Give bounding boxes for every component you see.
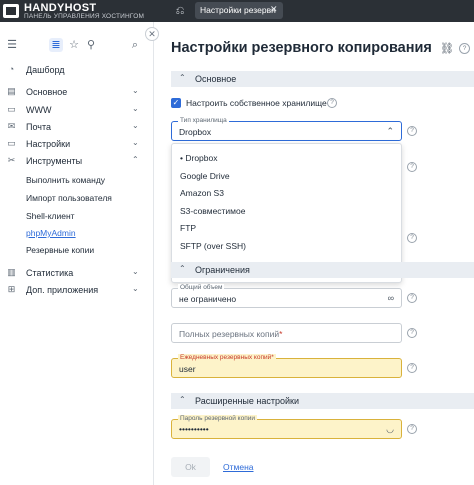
field-value: не ограничено [179,294,237,304]
tools-icon: ✂ [7,155,16,165]
back-icon[interactable]: ⎌ [172,3,188,19]
chevron-down-icon: ⌄ [132,284,139,293]
stats-icon: ▥ [7,267,16,277]
chevron-up-icon: ⌃ [179,264,186,273]
help-icon[interactable]: ? [327,98,337,108]
option-s3-compatible[interactable]: S3-совместимое [180,206,245,216]
infinity-icon[interactable]: ∞ [388,293,394,303]
own-storage-checkbox[interactable]: ✓ [171,98,181,108]
close-icon[interactable]: ✕ [270,4,278,15]
sidebar-item-apps[interactable]: ⊞ Доп. приложения ⌄ [0,282,154,298]
field-value: •••••••••• [179,424,209,434]
sidebar-item-label: WWW [26,105,52,115]
logo-icon [3,4,19,18]
sidebar-item-stats[interactable]: ▥ Статистика ⌄ [0,265,154,281]
folder-icon: ▭ [7,104,16,114]
sidebar-item-label: Почта [26,122,51,132]
sidebar-subitem-import-user[interactable]: Импорт пользователя [26,193,112,203]
top-bar: HANDYHOST ПАНЕЛЬ УПРАВЛЕНИЯ ХОСТИНГОМ ⎌ … [0,0,474,22]
sidebar-item-dashboard[interactable]: ◔ Дашборд [0,62,154,78]
sidebar-subitem-shell-client[interactable]: Shell-клиент [26,211,75,221]
section-advanced[interactable]: ⌃ Расширенные настройки [171,393,474,409]
mail-icon: ✉ [7,121,16,131]
chevron-up-icon: ⌃ [179,73,186,82]
field-label: Общий объем [178,284,225,291]
chevron-down-icon: ⌄ [132,267,139,276]
page-title: Настройки резервного копирования [171,40,432,56]
settings-folder-icon: ▭ [7,138,16,148]
section-title: Основное [195,74,237,84]
list-icon[interactable]: ≣ [49,38,63,52]
field-label: Тип хранилища [178,117,229,124]
sidebar-item-label: Доп. приложения [26,285,99,295]
pin-icon[interactable]: ⚲ [84,38,98,52]
section-basic[interactable]: ⌃ Основное [171,71,474,87]
dashboard-icon: ◔ [8,64,15,74]
apps-icon: ⊞ [7,284,16,294]
sidebar-item-tools[interactable]: ✂ Инструменты ⌃ [0,153,154,169]
chevron-down-icon: ⌄ [132,104,139,113]
field-label: Пароль резервной копии [178,415,257,422]
sidebar-subitem-run-command[interactable]: Выполнить команду [26,175,105,185]
backup-password-field[interactable]: Пароль резервной копии •••••••••• ◡ [171,415,402,439]
chevron-down-icon: ⌄ [132,121,139,130]
chevron-down-icon: ⌄ [132,86,139,95]
option-ftp[interactable]: FTP [180,223,196,233]
full-copies-field[interactable]: Полных резервных копий* [171,323,402,343]
sidebar-item-label: Инструменты [26,156,83,166]
help-icon[interactable]: ? [407,293,417,303]
chevron-up-icon: ⌃ [386,126,394,136]
sidebar-item-www[interactable]: ▭ WWW ⌄ [0,102,154,118]
section-limits[interactable]: ⌃ Ограничения [171,262,474,278]
tab-label: Настройки резервн [200,5,276,15]
daily-copies-field[interactable]: Ежедневных резервных копий* user [171,354,402,378]
sidebar-item-main[interactable]: ▤ Основное ⌄ [0,84,154,100]
sidebar-item-label: Статистика [26,268,74,278]
menu-icon[interactable]: ☰ [5,38,19,52]
field-value: Dropbox [179,127,212,137]
sidebar-item-settings[interactable]: ▭ Настройки ⌄ [0,136,154,152]
sidebar-item-mail[interactable]: ✉ Почта ⌄ [0,119,154,135]
checkbox-label: Настроить собственное хранилище [186,98,327,108]
chevron-up-icon: ⌃ [132,155,139,164]
help-icon[interactable]: ? [407,126,417,136]
chevron-up-icon: ⌃ [179,395,186,404]
logo[interactable]: HANDYHOST ПАНЕЛЬ УПРАВЛЕНИЯ ХОСТИНГОМ [2,1,152,21]
tab-backup-settings[interactable]: Настройки резервн ✕ [195,2,283,19]
chevron-down-icon: ⌄ [132,138,139,147]
option-google-drive[interactable]: Google Drive [180,171,230,181]
help-icon[interactable]: ? [407,162,417,172]
sidebar-item-label: Дашборд [26,65,65,75]
sidebar-subitem-backups[interactable]: Резервные копии [26,245,94,255]
main-content: Настройки резервного копирования ⛓ ? ⌃ О… [154,22,474,485]
search-icon[interactable]: ⌕ [128,38,142,52]
logo-subtitle: ПАНЕЛЬ УПРАВЛЕНИЯ ХОСТИНГОМ [24,13,145,20]
link-icon[interactable]: ⛓ [440,42,454,55]
server-icon: ▤ [7,86,16,96]
sidebar-item-label: Настройки [26,139,71,149]
eye-icon[interactable]: ◡ [386,424,394,435]
section-title: Расширенные настройки [195,396,299,406]
option-amazon-s3[interactable]: Amazon S3 [180,188,224,198]
sidebar-subitem-phpmyadmin[interactable]: phpMyAdmin [26,228,76,238]
storage-type-select[interactable]: Тип хранилища Dropbox ⌃ [171,117,402,141]
help-icon[interactable]: ? [407,328,417,338]
cancel-button[interactable]: Отмена [223,462,254,472]
help-icon[interactable]: ? [459,43,470,54]
help-icon[interactable]: ? [407,363,417,373]
total-size-field[interactable]: Общий объем не ограничено ∞ [171,284,402,308]
field-value: user [179,364,196,374]
field-placeholder: Полных резервных копий* [179,329,283,339]
sidebar: ☰ ≣ ☆ ⚲ ⌕ ◔ Дашборд ▤ Основное ⌄ ▭ WWW ⌄… [0,22,154,485]
sidebar-item-label: Основное [26,87,68,97]
field-label: Ежедневных резервных копий* [178,354,276,361]
sidebar-toolbar: ☰ ≣ ☆ ⚲ ⌕ [0,36,154,56]
section-title: Ограничения [195,265,250,275]
option-dropbox[interactable]: • Dropbox [180,153,217,163]
star-icon[interactable]: ☆ [67,38,81,52]
option-sftp[interactable]: SFTP (over SSH) [180,241,246,251]
help-icon[interactable]: ? [407,233,417,243]
help-icon[interactable]: ? [407,424,417,434]
ok-button[interactable]: Ok [171,457,210,477]
